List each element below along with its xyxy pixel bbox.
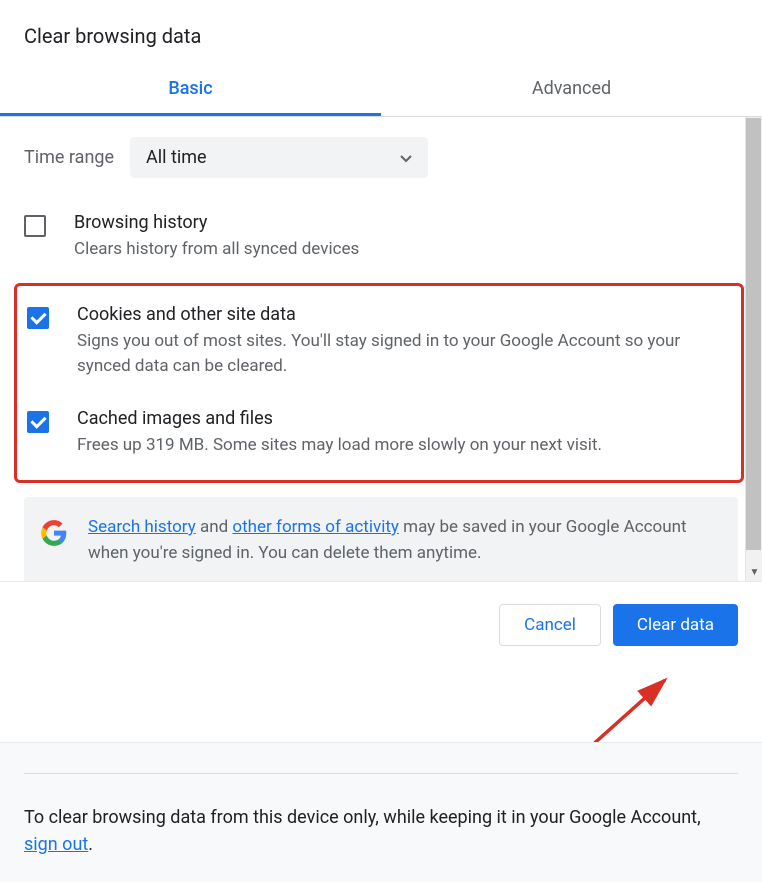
scrollbar-thumb[interactable] (746, 118, 761, 550)
tab-advanced[interactable]: Advanced (381, 64, 762, 116)
sign-out-link[interactable]: sign out (24, 834, 88, 855)
time-range-label: Time range (24, 147, 114, 168)
checkbox-browsing-history[interactable] (24, 215, 46, 237)
time-range-select[interactable]: All time (130, 137, 428, 178)
option-desc: Clears history from all synced devices (74, 237, 738, 263)
google-icon (40, 519, 68, 547)
divider (24, 773, 738, 774)
link-other-activity[interactable]: other forms of activity (232, 517, 399, 537)
footer: To clear browsing data from this device … (0, 742, 762, 882)
scroll-area: Time range All time Browsing history Cle… (0, 117, 762, 582)
option-title: Cached images and files (77, 408, 735, 429)
scrollbar-down-icon[interactable]: ▼ (746, 564, 762, 581)
option-desc: Frees up 319 MB. Some sites may load mor… (77, 433, 735, 459)
option-title: Cookies and other site data (77, 304, 735, 325)
option-cached: Cached images and files Frees up 319 MB.… (23, 394, 735, 473)
footer-period: . (88, 834, 93, 855)
dialog-title: Clear browsing data (0, 0, 762, 64)
button-row: Cancel Clear data (0, 582, 762, 668)
link-search-history[interactable]: Search history (88, 517, 196, 537)
time-range-value: All time (146, 147, 400, 168)
tabs: Basic Advanced (0, 64, 762, 117)
info-sep: and (196, 517, 233, 537)
tab-basic[interactable]: Basic (0, 64, 381, 116)
clear-data-button[interactable]: Clear data (613, 604, 738, 646)
highlight-annotation: Cookies and other site data Signs you ou… (14, 283, 744, 484)
checkbox-cached[interactable] (27, 411, 49, 433)
footer-text: To clear browsing data from this device … (24, 804, 738, 858)
cancel-button[interactable]: Cancel (499, 604, 601, 646)
option-desc: Signs you out of most sites. You'll stay… (77, 329, 735, 380)
info-text: Search history and other forms of activi… (88, 515, 722, 566)
chevron-down-icon (400, 148, 412, 167)
option-browsing-history: Browsing history Clears history from all… (24, 198, 738, 277)
time-range-row: Time range All time (24, 117, 738, 198)
option-title: Browsing history (74, 212, 738, 233)
scrollbar[interactable]: ▼ (745, 117, 762, 581)
google-info-card: Search history and other forms of activi… (24, 497, 738, 582)
footer-prefix: To clear browsing data from this device … (24, 807, 701, 828)
checkbox-cookies[interactable] (27, 307, 49, 329)
option-cookies: Cookies and other site data Signs you ou… (23, 290, 735, 394)
